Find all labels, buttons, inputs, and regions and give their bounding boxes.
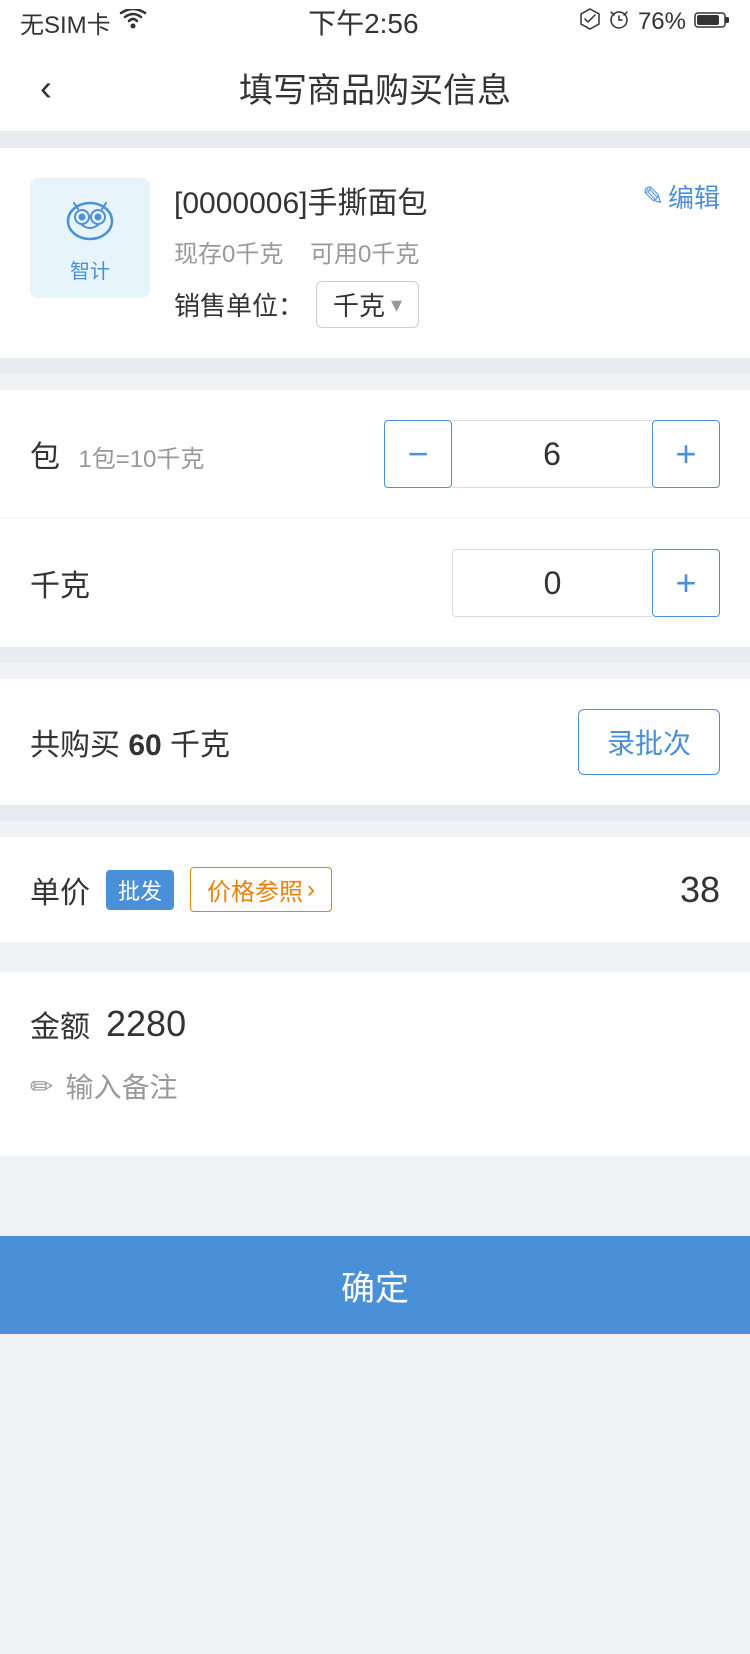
top-divider (0, 132, 750, 148)
summary-row: 共购买 60 千克 录批次 (0, 679, 750, 805)
confirm-button[interactable]: 确定 (0, 1236, 750, 1334)
price-section: 单价 批发 价格参照 › 38 (0, 837, 750, 942)
quantity-minus-bao[interactable]: − (384, 420, 452, 488)
quantity-hint-bao: 1包=10千克 (78, 446, 204, 473)
amount-label: 金额 (30, 1002, 90, 1046)
battery-text: 76% (638, 8, 686, 36)
alarm-icon (608, 8, 630, 37)
battery-icon (694, 8, 730, 36)
back-button[interactable]: ‹ (30, 57, 62, 119)
note-row[interactable]: ✏ 输入备注 (30, 1066, 720, 1136)
product-unit: 销售单位： 千克 ▾ (174, 281, 720, 328)
section-divider-2 (0, 647, 750, 663)
price-label: 单价 (30, 868, 90, 912)
status-time: 下午2:56 (308, 2, 419, 42)
page-title: 填写商品购买信息 (239, 63, 511, 112)
price-type-tag: 批发 (106, 870, 174, 910)
quantity-row-bao: 包 1包=10千克 − + (0, 390, 750, 519)
status-right: 76% (580, 8, 730, 37)
status-bar: 无SIM卡 下午2:56 76% (0, 0, 750, 44)
price-ref-arrow-icon: › (307, 876, 315, 904)
section-divider-3 (0, 805, 750, 821)
quantity-label-kg: 千克 (30, 561, 452, 605)
note-placeholder: 输入备注 (65, 1066, 177, 1106)
quantity-label-bao: 包 1包=10千克 (30, 432, 384, 476)
product-stock: 现存0千克 可用0千克 (174, 234, 720, 269)
quantity-input-bao[interactable] (452, 420, 652, 488)
wifi-icon (119, 8, 147, 36)
quantity-input-kg[interactable] (452, 549, 652, 617)
amount-value: 2280 (106, 1003, 186, 1045)
brand-icon (60, 193, 120, 255)
price-value: 38 (680, 869, 720, 911)
status-carrier: 无SIM卡 (20, 5, 147, 40)
brand-text: 智计 (70, 255, 110, 284)
record-batch-button[interactable]: 录批次 (578, 709, 720, 775)
product-info: [0000006]手撕面包 现存0千克 可用0千克 销售单位： 千克 ▾ (174, 178, 720, 328)
quantity-plus-kg[interactable]: + (652, 549, 720, 617)
edit-icon: ✎ (642, 181, 664, 212)
amount-section: 金额 2280 ✏ 输入备注 (0, 942, 750, 1156)
note-icon: ✏ (30, 1070, 53, 1103)
location-icon (580, 8, 600, 37)
edit-button[interactable]: ✎ 编辑 (642, 178, 720, 215)
carrier-text: 无SIM卡 (20, 5, 111, 40)
price-ref-button[interactable]: 价格参照 › (190, 867, 332, 912)
bottom-spacer (0, 1156, 750, 1556)
quantity-plus-bao[interactable]: + (652, 420, 720, 488)
quantity-control-kg: + (452, 549, 720, 617)
product-name: [0000006]手撕面包 (174, 178, 720, 222)
product-image: 智计 (30, 178, 150, 298)
quantity-row-kg: 千克 + (0, 519, 750, 647)
quantities-section: 包 1包=10千克 − + 千克 + (0, 390, 750, 647)
quantity-control-bao: − + (384, 420, 720, 488)
unit-select[interactable]: 千克 ▾ (316, 281, 419, 328)
summary-text: 共购买 60 千克 (30, 720, 230, 764)
price-row: 单价 批发 价格参照 › 38 (30, 867, 720, 912)
section-divider-1 (0, 358, 750, 374)
nav-bar: ‹ 填写商品购买信息 (0, 44, 750, 132)
amount-row: 金额 2280 (30, 1002, 720, 1046)
product-card: 智计 [0000006]手撕面包 现存0千克 可用0千克 销售单位： 千克 ▾ … (0, 148, 750, 358)
unit-arrow-icon: ▾ (391, 292, 402, 318)
